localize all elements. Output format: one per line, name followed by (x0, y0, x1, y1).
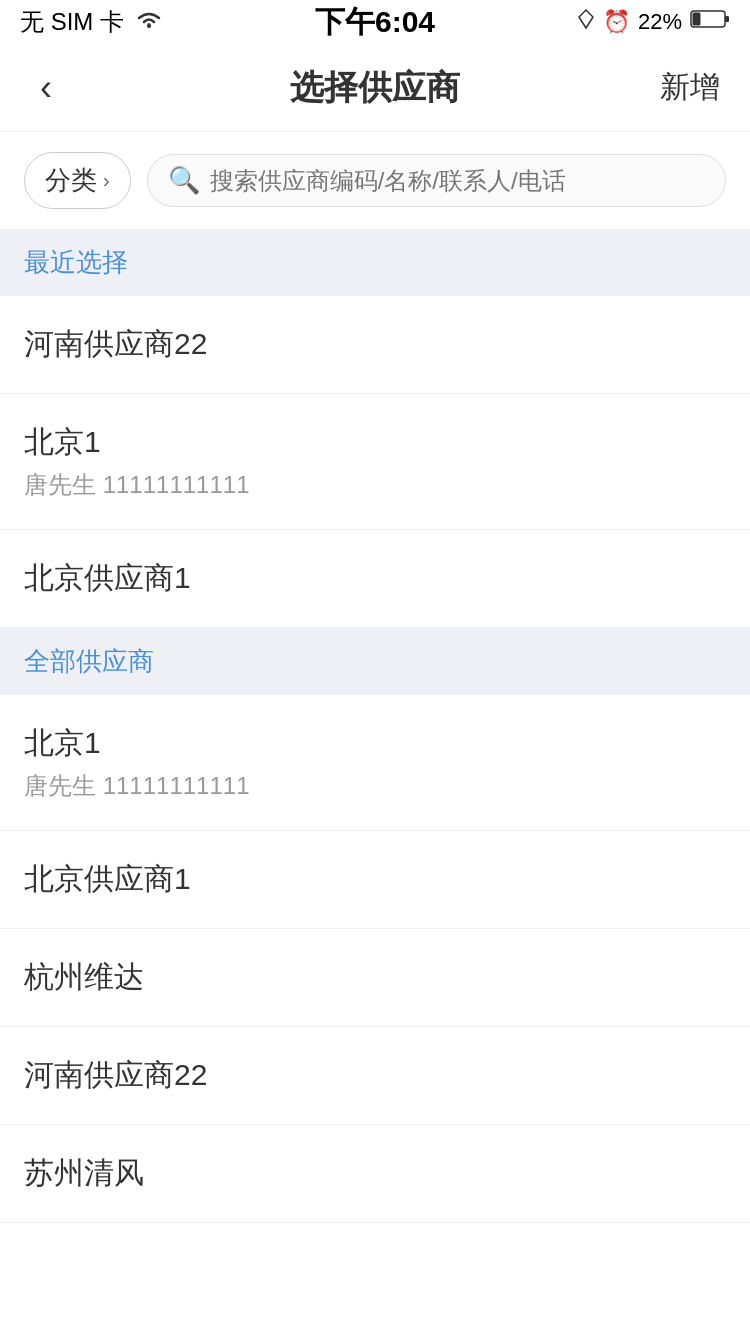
item-name: 北京1 (24, 422, 726, 463)
alarm-icon: ⏰ (603, 9, 630, 35)
svg-rect-3 (693, 13, 701, 26)
recent-section-label: 最近选择 (24, 247, 128, 277)
item-detail: 唐先生 11111111111 (24, 469, 726, 501)
battery-text: 22% (638, 9, 682, 35)
sim-text: 无 SIM 卡 (20, 6, 124, 38)
recent-section-header: 最近选择 (0, 229, 750, 296)
status-bar: 无 SIM 卡 下午6:04 ⏰ 22% (0, 0, 750, 44)
all-section-label: 全部供应商 (24, 646, 154, 676)
item-name: 河南供应商22 (24, 1055, 726, 1096)
search-icon: 🔍 (168, 165, 200, 196)
list-item[interactable]: 北京供应商1 (0, 530, 750, 628)
list-item[interactable]: 北京1 唐先生 11111111111 (0, 695, 750, 831)
search-box: 🔍 (147, 154, 726, 207)
item-detail: 唐先生 11111111111 (24, 770, 726, 802)
item-name: 河南供应商22 (24, 324, 726, 365)
search-input[interactable] (210, 167, 705, 195)
nav-bar: ‹ 选择供应商 新增 (0, 44, 750, 132)
item-name: 杭州维达 (24, 957, 726, 998)
location-icon (577, 8, 595, 36)
list-item[interactable]: 北京1 唐先生 11111111111 (0, 394, 750, 530)
status-right: ⏰ 22% (577, 8, 730, 36)
list-item[interactable]: 河南供应商22 (0, 296, 750, 394)
list-item[interactable]: 河南供应商22 (0, 1027, 750, 1125)
page-title: 选择供应商 (290, 65, 460, 111)
all-items-list: 北京1 唐先生 11111111111 北京供应商1 杭州维达 河南供应商22 … (0, 695, 750, 1223)
item-name: 北京1 (24, 723, 726, 764)
list-item[interactable]: 杭州维达 (0, 929, 750, 1027)
item-name: 苏州清风 (24, 1153, 726, 1194)
recent-items-list: 河南供应商22 北京1 唐先生 11111111111 北京供应商1 (0, 296, 750, 628)
chevron-right-icon: › (103, 169, 110, 192)
item-name: 北京供应商1 (24, 859, 726, 900)
list-item[interactable]: 北京供应商1 (0, 831, 750, 929)
add-button[interactable]: 新增 (660, 67, 720, 108)
category-label: 分类 (45, 163, 97, 198)
svg-rect-2 (725, 16, 729, 22)
item-name: 北京供应商1 (24, 558, 726, 599)
svg-point-0 (147, 24, 151, 28)
all-section-header: 全部供应商 (0, 628, 750, 695)
back-button[interactable]: ‹ (30, 57, 62, 119)
battery-icon (690, 9, 730, 35)
status-left: 无 SIM 卡 (20, 6, 164, 38)
filter-bar: 分类 › 🔍 (0, 132, 750, 229)
list-item[interactable]: 苏州清风 (0, 1125, 750, 1223)
wifi-icon (134, 8, 164, 36)
status-time: 下午6:04 (315, 2, 435, 43)
category-button[interactable]: 分类 › (24, 152, 131, 209)
